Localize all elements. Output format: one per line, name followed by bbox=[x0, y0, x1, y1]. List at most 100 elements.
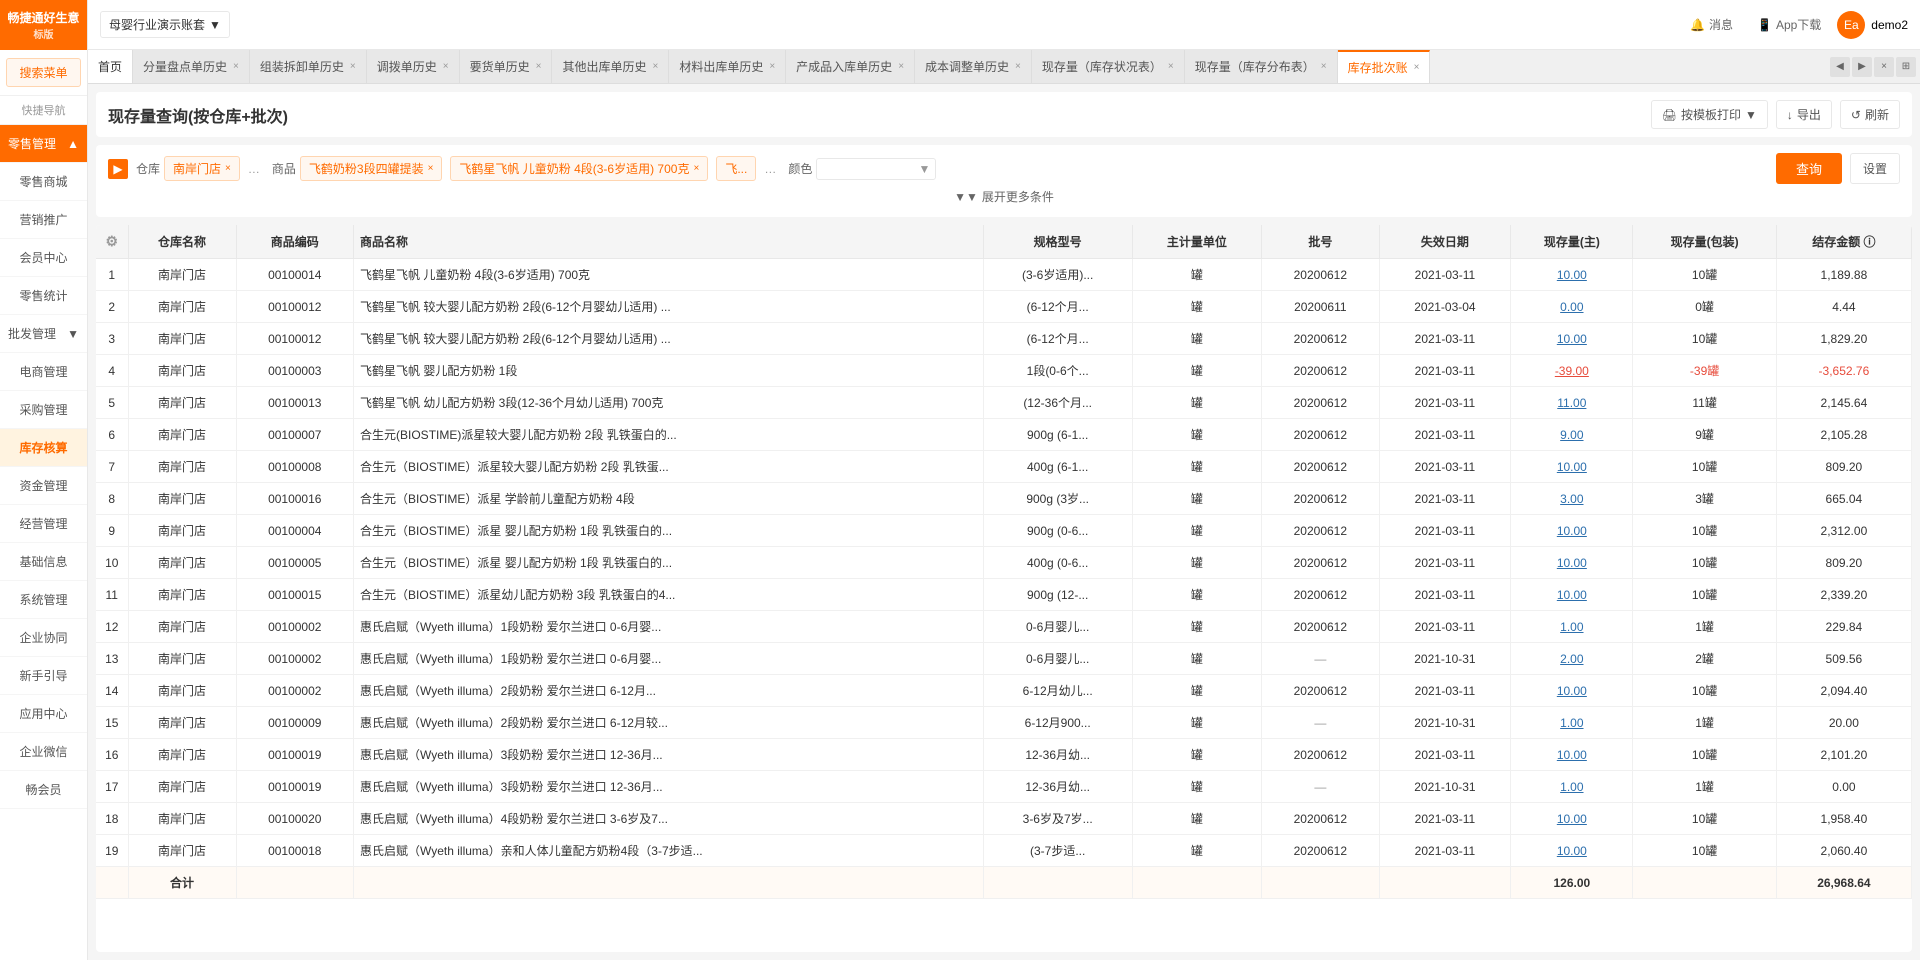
tab-split-history[interactable]: 分量盘点单历史 × bbox=[133, 50, 250, 84]
row-stock-main[interactable]: 10.00 bbox=[1511, 259, 1633, 291]
tab-stock-dist-close-icon[interactable]: × bbox=[1321, 61, 1327, 72]
row-stock-main[interactable]: 10.00 bbox=[1511, 515, 1633, 547]
sidebar-item-ecom[interactable]: 电商管理 bbox=[0, 353, 87, 391]
sidebar-item-basic[interactable]: 基础信息 bbox=[0, 543, 87, 581]
tab-product-in[interactable]: 产成品入库单历史 × bbox=[786, 50, 915, 84]
row-warehouse: 南岸门店 bbox=[128, 579, 236, 611]
tab-other-out-close-icon[interactable]: × bbox=[652, 61, 658, 72]
sidebar-item-finance[interactable]: 资金管理 bbox=[0, 467, 87, 505]
row-stock-main[interactable]: 10.00 bbox=[1511, 835, 1633, 867]
sidebar-item-vip[interactable]: 畅会员 bbox=[0, 771, 87, 809]
row-stock-main[interactable]: 9.00 bbox=[1511, 419, 1633, 451]
row-spec: (6-12个月... bbox=[983, 323, 1132, 355]
row-stock-main[interactable]: 1.00 bbox=[1511, 707, 1633, 739]
table-settings-icon[interactable]: ⚙ bbox=[105, 233, 118, 249]
row-expire: 2021-03-11 bbox=[1379, 579, 1511, 611]
chevron-icon: ▲ bbox=[67, 137, 79, 151]
row-balance: 2,312.00 bbox=[1776, 515, 1911, 547]
tab-batch-voucher[interactable]: 库存批次账 × bbox=[1338, 50, 1431, 84]
tab-stock-status[interactable]: 现存量（库存状况表） × bbox=[1032, 50, 1185, 84]
expand-conditions-btn[interactable]: ▼▼ 展开更多条件 bbox=[954, 188, 1054, 205]
store-selector[interactable]: 母婴行业演示账套 ▼ bbox=[100, 11, 230, 38]
sidebar-item-member[interactable]: 会员中心 bbox=[0, 239, 87, 277]
sidebar-item-inventory[interactable]: 库存核算 bbox=[0, 429, 87, 467]
product-more-icon[interactable]: … bbox=[760, 162, 780, 176]
tab-batch-voucher-close-icon[interactable]: × bbox=[1414, 62, 1420, 73]
table-row: 2南岸门店00100012飞鹤星飞帆 较大婴儿配方奶粉 2段(6-12个月婴幼儿… bbox=[96, 291, 1912, 323]
row-expire: 2021-03-11 bbox=[1379, 323, 1511, 355]
row-number: 1 bbox=[96, 259, 128, 291]
tab-transfer[interactable]: 调拨单历史 × bbox=[367, 50, 460, 84]
expand-arrow-btn[interactable]: ▶ bbox=[108, 159, 128, 179]
warehouse-tag-close-icon[interactable]: × bbox=[225, 163, 231, 174]
user-profile[interactable]: Ea demo2 bbox=[1837, 11, 1908, 39]
app-logo: 畅捷通好生意 标版 bbox=[0, 0, 87, 50]
table-row: 13南岸门店00100002惠氏启赋（Wyeth illuma）1段奶粉 爱尔兰… bbox=[96, 643, 1912, 675]
product-tag-1-close-icon[interactable]: × bbox=[693, 163, 699, 174]
tab-request-close-icon[interactable]: × bbox=[536, 61, 542, 72]
tabs-expand-btn[interactable]: ⊞ bbox=[1896, 57, 1916, 77]
refresh-btn[interactable]: ↺ 刷新 bbox=[1840, 100, 1900, 129]
row-stock-main[interactable]: 0.00 bbox=[1511, 291, 1633, 323]
row-stock-main[interactable]: 3.00 bbox=[1511, 483, 1633, 515]
row-stock-main[interactable]: 10.00 bbox=[1511, 547, 1633, 579]
sidebar-item-corp[interactable]: 企业协同 bbox=[0, 619, 87, 657]
sidebar-item-retail-shop[interactable]: 零售商城 bbox=[0, 163, 87, 201]
row-stock-main[interactable]: 10.00 bbox=[1511, 579, 1633, 611]
tab-request[interactable]: 要货单历史 × bbox=[460, 50, 553, 84]
sidebar-item-system[interactable]: 系统管理 bbox=[0, 581, 87, 619]
tab-product-in-close-icon[interactable]: × bbox=[898, 61, 904, 72]
row-batch: 20200612 bbox=[1262, 387, 1380, 419]
tab-home[interactable]: 首页 bbox=[88, 50, 133, 84]
tab-other-out[interactable]: 其他出库单历史 × bbox=[552, 50, 669, 84]
row-stock-main[interactable]: 10.00 bbox=[1511, 803, 1633, 835]
row-unit: 罐 bbox=[1132, 451, 1261, 483]
search-menu-btn[interactable]: 搜索菜单 bbox=[6, 58, 81, 87]
quick-nav-label[interactable]: 快捷导航 bbox=[0, 96, 87, 125]
tab-disassemble[interactable]: 组装拆卸单历史 × bbox=[250, 50, 367, 84]
app-download-btn[interactable]: 📱 App下载 bbox=[1749, 12, 1829, 37]
row-stock-main[interactable]: 10.00 bbox=[1511, 323, 1633, 355]
sidebar-item-guide[interactable]: 新手引导 bbox=[0, 657, 87, 695]
tab-cost-adjust[interactable]: 成本调整单历史 × bbox=[915, 50, 1032, 84]
tab-cost-adjust-close-icon[interactable]: × bbox=[1015, 61, 1021, 72]
tab-split-close-icon[interactable]: × bbox=[233, 61, 239, 72]
row-batch: 20200612 bbox=[1262, 419, 1380, 451]
sidebar-item-purchase[interactable]: 采购管理 bbox=[0, 391, 87, 429]
row-stock-main[interactable]: 11.00 bbox=[1511, 387, 1633, 419]
sidebar-item-retail[interactable]: 零售管理 ▲ bbox=[0, 125, 87, 163]
message-btn[interactable]: 🔔 消息 bbox=[1682, 12, 1741, 37]
tab-transfer-close-icon[interactable]: × bbox=[443, 61, 449, 72]
product-tag-more[interactable]: 飞... bbox=[716, 156, 756, 181]
warehouse-more-icon[interactable]: … bbox=[244, 162, 264, 176]
template-print-btn[interactable]: 🖨 按模板打印 ▼ bbox=[1651, 100, 1768, 129]
row-stock-main[interactable]: 1.00 bbox=[1511, 611, 1633, 643]
sidebar-item-retail-stat[interactable]: 零售统计 bbox=[0, 277, 87, 315]
sidebar-item-wholesale[interactable]: 批发管理 ▼ bbox=[0, 315, 87, 353]
tab-stock-dist[interactable]: 现存量（库存分布表） × bbox=[1185, 50, 1338, 84]
setting-btn[interactable]: 设置 bbox=[1850, 153, 1900, 184]
export-btn[interactable]: ↓ 导出 bbox=[1776, 100, 1832, 129]
tabs-close-btn[interactable]: × bbox=[1874, 57, 1894, 77]
sidebar-item-ops[interactable]: 经营管理 bbox=[0, 505, 87, 543]
row-stock-main[interactable]: 10.00 bbox=[1511, 451, 1633, 483]
row-batch: 20200612 bbox=[1262, 579, 1380, 611]
tab-disassemble-close-icon[interactable]: × bbox=[350, 61, 356, 72]
product-tag-0-close-icon[interactable]: × bbox=[428, 163, 434, 174]
query-btn[interactable]: 查询 bbox=[1776, 153, 1842, 184]
row-stock-main[interactable]: -39.00 bbox=[1511, 355, 1633, 387]
row-stock-main[interactable]: 10.00 bbox=[1511, 739, 1633, 771]
tab-material-out-close-icon[interactable]: × bbox=[769, 61, 775, 72]
sidebar-item-enterprise-wechat[interactable]: 企业微信 bbox=[0, 733, 87, 771]
tabs-prev-btn[interactable]: ◀ bbox=[1830, 57, 1850, 77]
row-stock-pack: 9罐 bbox=[1633, 419, 1776, 451]
row-stock-main[interactable]: 2.00 bbox=[1511, 643, 1633, 675]
tab-stock-status-close-icon[interactable]: × bbox=[1168, 61, 1174, 72]
tab-material-out[interactable]: 材料出库单历史 × bbox=[669, 50, 786, 84]
sidebar-item-marketing[interactable]: 营销推广 bbox=[0, 201, 87, 239]
row-stock-main[interactable]: 10.00 bbox=[1511, 675, 1633, 707]
tabs-next-btn[interactable]: ▶ bbox=[1852, 57, 1872, 77]
color-dropdown-icon[interactable]: ▼ bbox=[918, 162, 930, 176]
sidebar-item-appstore[interactable]: 应用中心 bbox=[0, 695, 87, 733]
row-stock-main[interactable]: 1.00 bbox=[1511, 771, 1633, 803]
